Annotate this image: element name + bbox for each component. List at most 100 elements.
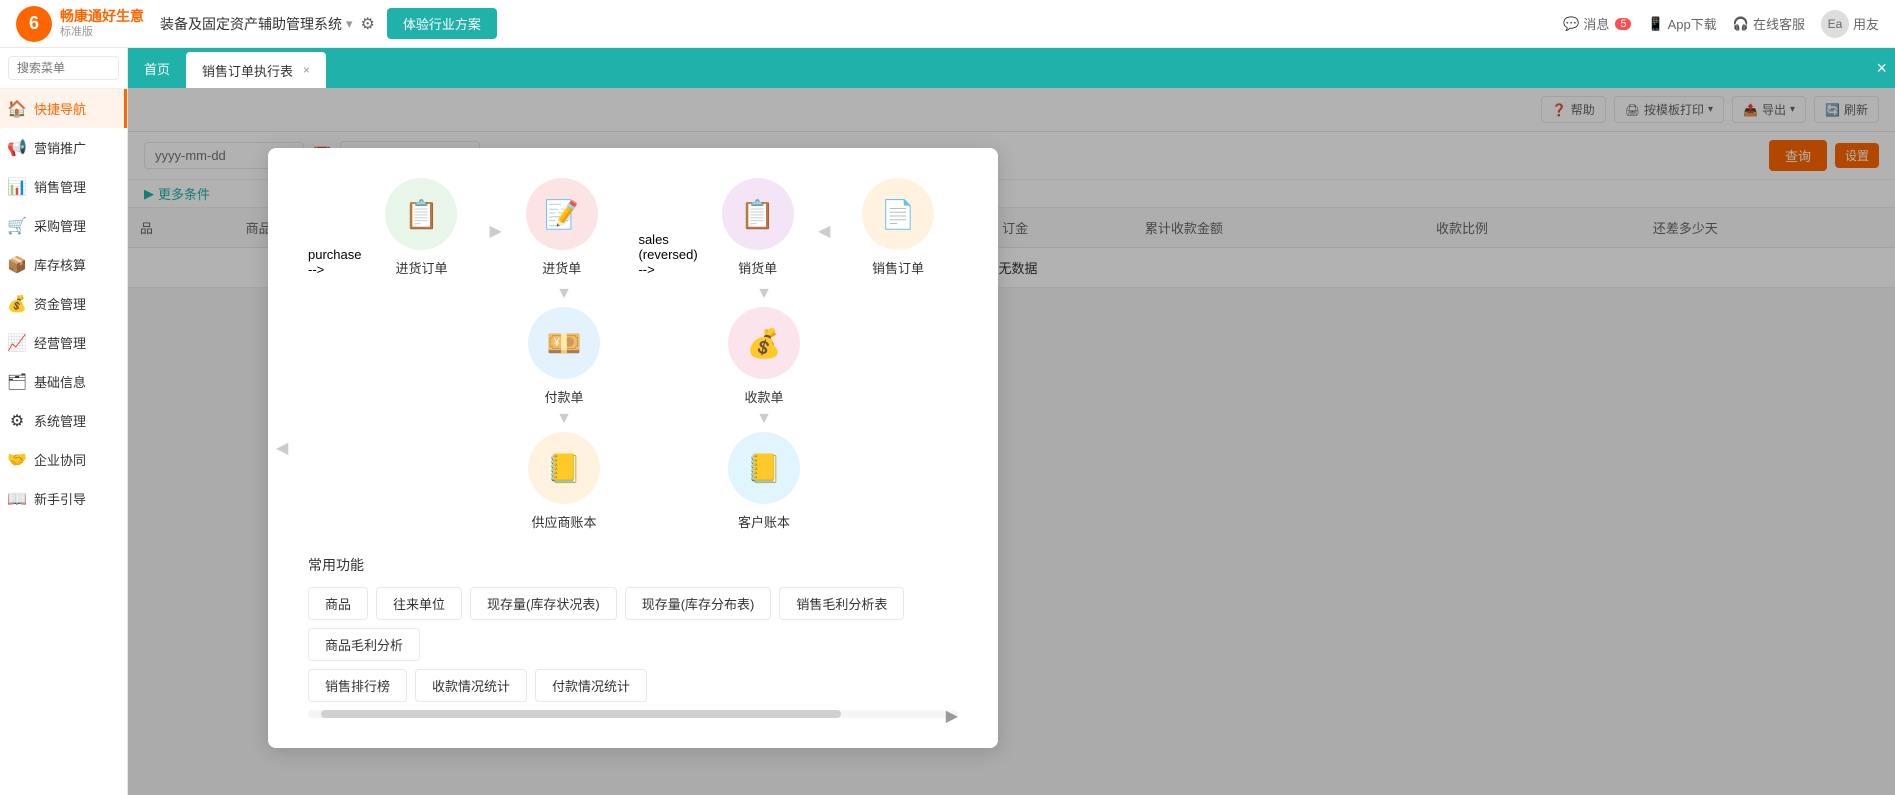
flow-item-payment[interactable]: 💴 付款单 [504,307,624,406]
flow-item-receipt[interactable]: 💰 收款单 [704,307,824,406]
avatar-text: Ea [1828,17,1843,31]
app-wrapper: 6 畅康通好生意 标准版 装备及固定资产辅助管理系统 ▾ ⚙ 体验行业方案 💬 … [0,0,1895,795]
top-bar: 6 畅康通好生意 标准版 装备及固定资产辅助管理系统 ▾ ⚙ 体验行业方案 💬 … [0,0,1895,48]
online-service-label: 在线客服 [1753,14,1805,33]
user-action[interactable]: Ea 用友 [1821,10,1879,38]
sidebar-item-label-6: 经营管理 [34,333,86,352]
sidebar-item-enterprise[interactable]: 🤝 企业协同 [0,440,127,479]
sidebar-item-label-9: 企业协同 [34,450,86,469]
func-btn-partner[interactable]: 往来单位 [376,587,462,620]
handshake-icon: 🤝 [8,451,26,469]
brand-sub: 标准版 [60,25,144,39]
dropdown-arrow[interactable]: ▾ [346,16,353,32]
online-service-action[interactable]: 🎧 在线客服 [1733,14,1805,33]
func-btn-payment-stat[interactable]: 付款情况统计 [535,669,647,702]
message-action[interactable]: 💬 消息 5 [1563,14,1631,33]
func-btn-stock-dist[interactable]: 现存量(库存分布表) [625,587,772,620]
tab-sales-order-label: 销售订单执行表 [202,61,293,80]
tab-home[interactable]: 首页 [128,48,186,88]
app-download-action[interactable]: 📱 App下载 [1647,14,1716,33]
sidebar-item-operations[interactable]: 📈 经营管理 [0,323,127,362]
flow-item-customer-account[interactable]: 📒 客户账本 [704,432,824,531]
phone-icon: 📱 [1647,16,1663,32]
func-btn-receipt-stat[interactable]: 收款情况统计 [415,669,527,702]
flow-circle-payment: 💴 [528,307,600,379]
scroll-arrow-right[interactable]: ▶ [946,706,958,726]
cart-icon: 🛒 [8,217,26,235]
tab-close-icon[interactable]: × [303,63,310,77]
gear-icon: ⚙ [8,412,26,430]
money-icon: 💰 [8,295,26,313]
flow-label-sales: 销货单 [738,258,777,277]
sidebar-item-sales[interactable]: 📊 销售管理 [0,167,127,206]
down-arrow-receipt: ▼ [756,410,772,428]
flow-item-sales-order[interactable]: 📄 销售订单 [838,178,958,277]
scroll-arrow-left[interactable]: ◀ [276,438,288,458]
message-badge: 5 [1615,18,1631,30]
func-btn-product-profit[interactable]: 商品毛利分析 [308,628,420,661]
book-icon: 📖 [8,490,26,508]
flow-item-purchase-order[interactable]: 📋 进货订单 [361,178,481,277]
flow-label-sales-order: 销售订单 [872,258,924,277]
sidebar-item-marketing[interactable]: 📢 营销推广 [0,128,127,167]
func-buttons-row2: 销售排行榜 收款情况统计 付款情况统计 [308,669,958,702]
flow-label-receipt: 收款单 [744,387,783,406]
flow-row-1: purchase --> 📋 进货订单 ▶ 📝 进货单 [308,178,958,277]
sidebar-item-basic-info[interactable]: 🗂 基础信息 [0,362,127,401]
flow-circle-purchase: 📝 [526,178,598,250]
sidebar-item-label-4: 库存核算 [34,255,86,274]
sidebar-item-label-10: 新手引导 [34,489,86,508]
sidebar-item-finance[interactable]: 💰 资金管理 [0,284,127,323]
flow-diagram: purchase --> 📋 进货订单 ▶ 📝 进货单 [308,178,958,531]
purchase-down-col: ▼ 💴 付款单 ▼ 📒 供应商账本 [504,285,624,531]
message-label: 消息 [1583,14,1609,33]
tab-bar-close-icon[interactable]: × [1876,58,1887,79]
top-bar-actions: 💬 消息 5 📱 App下载 🎧 在线客服 Ea 用友 [1563,10,1879,38]
sales-down-col: ▼ 💰 收款单 ▼ 📒 客户账本 [704,285,824,531]
func-btn-sales-profit[interactable]: 销售毛利分析表 [779,587,904,620]
func-btn-stock-status[interactable]: 现存量(库存状况表) [470,587,617,620]
flow-modal: purchase --> 📋 进货订单 ▶ 📝 进货单 [268,148,998,748]
search-input[interactable] [8,56,119,80]
trial-button[interactable]: 体验行业方案 [387,8,497,39]
sidebar: 🏠 快捷导航 📢 营销推广 📊 销售管理 🛒 采购管理 📦 库存核算 💰 [0,48,128,795]
func-btn-product[interactable]: 商品 [308,587,368,620]
scroll-thumb[interactable] [321,710,841,718]
tab-sales-order[interactable]: 销售订单执行表 × [186,52,326,88]
flow-circle-customer-account: 📒 [728,432,800,504]
sidebar-item-label-5: 资金管理 [34,294,86,313]
content-area: 首页 销售订单执行表 × × ❓ 帮助 🖨 [128,48,1895,795]
flow-circle-sales-order: 📄 [862,178,934,250]
logo-icon: 6 [16,6,52,42]
sidebar-item-newbie[interactable]: 📖 新手引导 [0,479,127,518]
tab-home-label: 首页 [144,59,170,78]
message-icon: 💬 [1563,16,1579,32]
flow-circle-purchase-order: 📋 [385,178,457,250]
settings-icon[interactable]: ⚙ [361,14,375,34]
scroll-track: ▶ [308,710,958,718]
brand-main: 畅康通好生意 [60,7,144,25]
flow-item-supplier-account[interactable]: 📒 供应商账本 [504,432,624,531]
logo-area: 6 畅康通好生意 标准版 [16,6,144,42]
sidebar-item-label-2: 销售管理 [34,177,86,196]
tab-bar: 首页 销售订单执行表 × × [128,48,1895,88]
sidebar-item-purchase[interactable]: 🛒 采购管理 [0,206,127,245]
app-download-label: App下载 [1668,14,1717,33]
common-functions: 常用功能 商品 往来单位 现存量(库存状况表) 现存量(库存分布表) 销售毛利分… [308,555,958,702]
flow-row-2: ▼ 💴 付款单 ▼ 📒 供应商账本 [308,285,958,531]
sidebar-item-label-1: 营销推广 [34,138,86,157]
flow-item-sales[interactable]: 📋 销货单 [698,178,818,277]
func-buttons-row1: 商品 往来单位 现存量(库存状况表) 现存量(库存分布表) 销售毛利分析表 商品… [308,587,958,661]
flow-item-purchase[interactable]: 📝 进货单 [502,178,622,277]
system-name: 装备及固定资产辅助管理系统 [160,14,342,34]
sidebar-item-label-8: 系统管理 [34,411,86,430]
chart-icon: 📈 [8,334,26,352]
func-btn-sales-rank[interactable]: 销售排行榜 [308,669,407,702]
sidebar-item-inventory[interactable]: 📦 库存核算 [0,245,127,284]
sidebar-item-label-7: 基础信息 [34,372,86,391]
down-arrow-purchase: ▼ [556,285,572,303]
sidebar-item-system[interactable]: ⚙ 系统管理 [0,401,127,440]
sidebar-item-quick-nav[interactable]: 🏠 快捷导航 [0,89,127,128]
arrow-right-1: ▶ [489,221,501,241]
flow-label-payment: 付款单 [544,387,583,406]
